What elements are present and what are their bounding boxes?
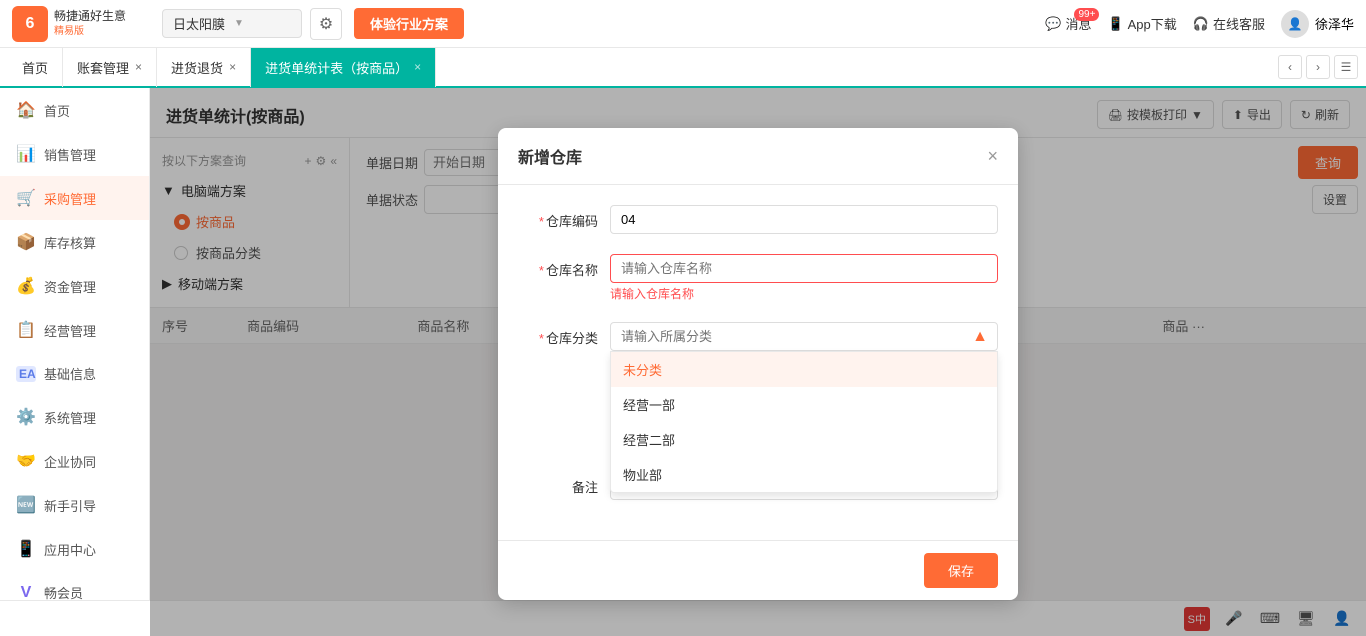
tab-account[interactable]: 账套管理 × [63, 47, 157, 87]
close-tab-purchase-stats[interactable]: × [414, 60, 421, 74]
modal-title: 新增仓库 [518, 144, 582, 168]
header-right: 💬 消息 99+ 📱 App下载 🎧 在线客服 👤 徐泽华 [1045, 10, 1354, 38]
tab-purchase-return[interactable]: 进货退货 × [157, 47, 251, 87]
user-area[interactable]: 👤 徐泽华 [1281, 10, 1354, 38]
sidebar-item-finance[interactable]: 💰 资金管理 [0, 264, 149, 308]
close-tab-account[interactable]: × [135, 60, 142, 74]
tab-next-btn[interactable]: › [1306, 55, 1330, 79]
modal-footer: 保存 [498, 540, 1018, 600]
category-dropdown-icon[interactable]: ▲ [972, 328, 988, 346]
avatar: 👤 [1281, 10, 1309, 38]
content-area: 进货单统计(按商品) 🖨 按模板打印 ▼ ⬆ 导出 ↻ 刷新 [150, 88, 1366, 636]
form-row-category: 仓库分类 ▲ 未分类 经营一部 经营二部 物业部 [518, 322, 998, 351]
tab-purchase-stats[interactable]: 进货单统计表（按商品） × [251, 47, 436, 87]
sidebar-item-operations[interactable]: 📋 经营管理 [0, 308, 149, 352]
basic-info-icon: EA [16, 366, 36, 382]
headset-icon: 🎧 [1193, 16, 1209, 32]
modal-overlay: 新增仓库 × 仓库编码 仓库名称 [150, 88, 1366, 636]
sidebar-item-sales[interactable]: 📊 销售管理 [0, 132, 149, 176]
tab-home[interactable]: 首页 [8, 47, 63, 87]
category-input[interactable] [610, 322, 998, 351]
logo-icon: 6 [12, 6, 48, 42]
warehouse-code-input[interactable] [610, 205, 998, 234]
modal-header: 新增仓库 × [498, 128, 1018, 185]
purchase-icon: 🛒 [16, 188, 36, 208]
message-badge: 99+ [1074, 8, 1099, 21]
sidebar-item-home[interactable]: 🏠 首页 [0, 88, 149, 132]
online-service-item[interactable]: 🎧 在线客服 [1193, 14, 1265, 33]
name-error-msg: 请输入仓库名称 [610, 285, 998, 302]
save-button[interactable]: 保存 [924, 553, 998, 588]
tab-bar: 首页 账套管理 × 进货退货 × 进货单统计表（按商品） × ‹ › ☰ [0, 48, 1366, 88]
dropdown-item-dept2[interactable]: 经营二部 [611, 422, 997, 457]
message-icon-item[interactable]: 💬 消息 99+ [1045, 14, 1091, 33]
message-icon: 💬 [1045, 16, 1061, 32]
settings-icon-btn[interactable]: ⚙ [310, 8, 342, 40]
dropdown-item-dept3[interactable]: 物业部 [611, 457, 997, 492]
sidebar-item-basic-info[interactable]: EA 基础信息 [0, 352, 149, 395]
category-label: 仓库分类 [518, 322, 598, 347]
main-layout: 🏠 首页 📊 销售管理 🛒 采购管理 📦 库存核算 💰 资金管理 📋 经营管理 … [0, 88, 1366, 636]
warehouse-name-input[interactable] [610, 254, 998, 283]
app-download-icon: 📱 [1107, 16, 1123, 32]
form-row-name: 仓库名称 请输入仓库名称 [518, 254, 998, 302]
app-center-icon: 📱 [16, 539, 36, 559]
form-row-code: 仓库编码 [518, 205, 998, 234]
sidebar-item-enterprise[interactable]: 🤝 企业协同 [0, 439, 149, 483]
operations-icon: 📋 [16, 320, 36, 340]
home-icon: 🏠 [16, 100, 36, 120]
name-input-wrap: 请输入仓库名称 [610, 254, 998, 302]
logo-text: 畅捷通好生意 精易版 [54, 8, 126, 39]
sales-icon: 📊 [16, 144, 36, 164]
sidebar-item-newbie[interactable]: 🆕 新手引导 [0, 483, 149, 527]
newbie-icon: 🆕 [16, 495, 36, 515]
enterprise-icon: 🤝 [16, 451, 36, 471]
system-icon: ⚙️ [16, 407, 36, 427]
sidebar-item-purchase[interactable]: 🛒 采购管理 [0, 176, 149, 220]
finance-icon: 💰 [16, 276, 36, 296]
tab-prev-btn[interactable]: ‹ [1278, 55, 1302, 79]
modal-body: 仓库编码 仓库名称 请输入仓库名称 [498, 185, 1018, 540]
code-input-wrap [610, 205, 998, 234]
store-selector[interactable]: 日太阳膜 ▼ [162, 9, 302, 38]
trial-button[interactable]: 体验行业方案 [354, 8, 464, 39]
store-dropdown-arrow: ▼ [234, 18, 291, 29]
name-label: 仓库名称 [518, 254, 598, 279]
app-download-item[interactable]: 📱 App下载 [1107, 14, 1176, 33]
tab-controls: ‹ › ☰ [1278, 55, 1358, 79]
note-label: 备注 [518, 471, 598, 496]
new-warehouse-modal: 新增仓库 × 仓库编码 仓库名称 [498, 128, 1018, 600]
inventory-icon: 📦 [16, 232, 36, 252]
code-label: 仓库编码 [518, 205, 598, 230]
category-dropdown: 未分类 经营一部 经营二部 物业部 [610, 351, 998, 493]
modal-close-button[interactable]: × [987, 146, 998, 167]
sidebar-item-system[interactable]: ⚙️ 系统管理 [0, 395, 149, 439]
membership-icon: V [16, 584, 36, 602]
top-header: 6 畅捷通好生意 精易版 日太阳膜 ▼ ⚙ 体验行业方案 💬 消息 99+ 📱 … [0, 0, 1366, 48]
sidebar-item-inventory[interactable]: 📦 库存核算 [0, 220, 149, 264]
tab-menu-btn[interactable]: ☰ [1334, 55, 1358, 79]
close-tab-purchase-return[interactable]: × [229, 60, 236, 74]
logo-area: 6 畅捷通好生意 精易版 [12, 6, 162, 42]
sidebar: 🏠 首页 📊 销售管理 🛒 采购管理 📦 库存核算 💰 资金管理 📋 经营管理 … [0, 88, 150, 636]
category-input-wrap: ▲ 未分类 经营一部 经营二部 物业部 [610, 322, 998, 351]
dropdown-item-uncategorized[interactable]: 未分类 [611, 352, 997, 387]
dropdown-item-dept1[interactable]: 经营一部 [611, 387, 997, 422]
sidebar-item-app-center[interactable]: 📱 应用中心 [0, 527, 149, 571]
